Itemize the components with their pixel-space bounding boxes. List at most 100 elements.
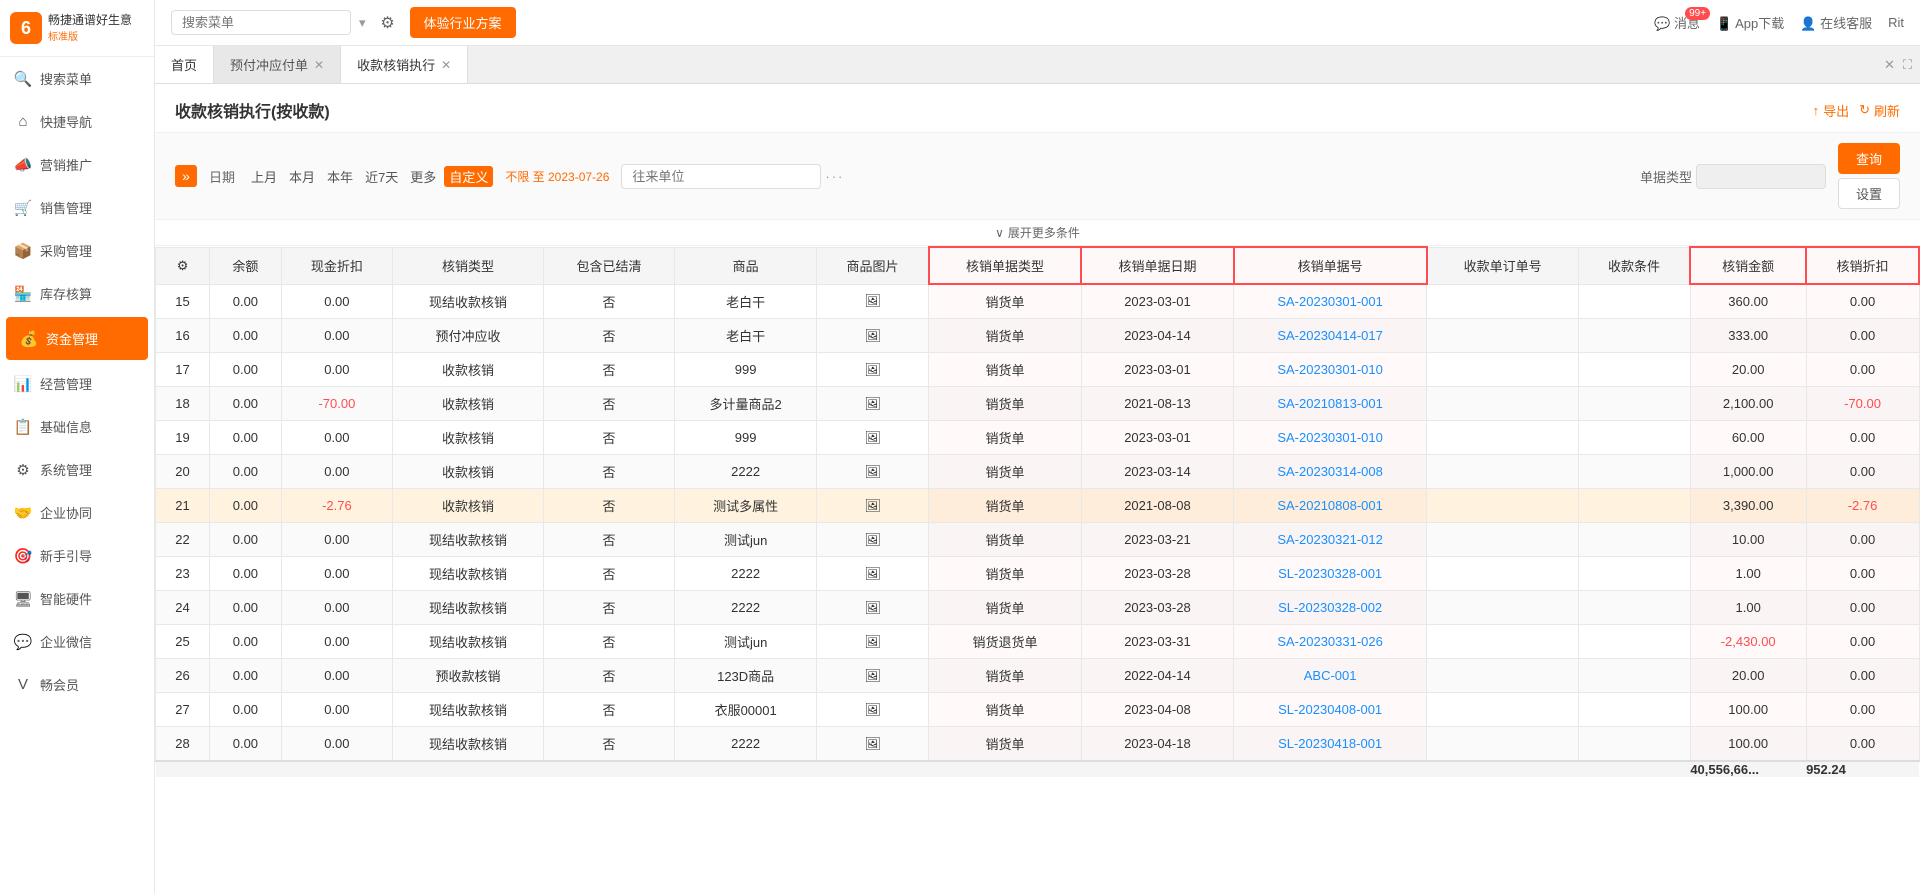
cell-0-3: 现结收款核销 bbox=[393, 284, 544, 319]
app-download-btn[interactable]: 📱 App下载 bbox=[1716, 13, 1784, 32]
cell-10-9[interactable]: SA-20230331-026 bbox=[1234, 625, 1427, 659]
query-button[interactable]: 查询 bbox=[1838, 143, 1900, 174]
sidebar-item-0[interactable]: 🔍搜索菜单 bbox=[0, 57, 154, 100]
set-button[interactable]: 设置 bbox=[1838, 178, 1900, 209]
cell-9-6: 🖼 bbox=[817, 591, 929, 625]
online-service-btn[interactable]: 👤 在线客服 bbox=[1800, 13, 1872, 32]
cell-3-3: 收款核销 bbox=[393, 387, 544, 421]
cell-13-7: 销货单 bbox=[929, 727, 1081, 762]
solution-button[interactable]: 体验行业方案 bbox=[410, 7, 516, 38]
sidebar-item-14[interactable]: V畅会员 bbox=[0, 663, 154, 706]
sidebar-item-6[interactable]: 💰资金管理 bbox=[6, 317, 148, 360]
cell-12-8: 2023-04-08 bbox=[1081, 693, 1233, 727]
table-row: 250.000.00现结收款核销否测试jun🖼销货退货单2023-03-31SA… bbox=[156, 625, 1920, 659]
cell-1-3: 预付冲应收 bbox=[393, 319, 544, 353]
cell-9-9[interactable]: SL-20230328-002 bbox=[1234, 591, 1427, 625]
cell-7-11 bbox=[1578, 523, 1690, 557]
partner-input[interactable] bbox=[621, 164, 821, 189]
export-button[interactable]: ↑ 导出 bbox=[1813, 101, 1850, 120]
cell-8-10 bbox=[1427, 557, 1579, 591]
cell-4-9[interactable]: SA-20230301-010 bbox=[1234, 421, 1427, 455]
date-this-year-btn[interactable]: 本年 bbox=[323, 165, 357, 188]
sidebar-icon-13: 💬 bbox=[14, 633, 32, 651]
cell-8-9[interactable]: SL-20230328-001 bbox=[1234, 557, 1427, 591]
sidebar-item-7[interactable]: 📊经营管理 bbox=[0, 362, 154, 405]
window-close-icon[interactable]: ✕ bbox=[1884, 57, 1895, 73]
cell-11-11 bbox=[1578, 659, 1690, 693]
cell-1-9[interactable]: SA-20230414-017 bbox=[1234, 319, 1427, 353]
tab-home[interactable]: 首页 bbox=[155, 46, 214, 83]
cell-1-0: 16 bbox=[156, 319, 210, 353]
cell-5-5: 2222 bbox=[675, 455, 817, 489]
tab-collection[interactable]: 收款核销执行 ✕ bbox=[341, 46, 468, 83]
table-row: 260.000.00预收款核销否123D商品🖼销货单2022-04-14ABC-… bbox=[156, 659, 1920, 693]
cell-7-9[interactable]: SA-20230321-012 bbox=[1234, 523, 1427, 557]
date-range-display: 不限 至 2023-07-26 bbox=[505, 168, 609, 185]
tab-close-prepay[interactable]: ✕ bbox=[314, 58, 324, 72]
date-this-month-btn[interactable]: 本月 bbox=[285, 165, 319, 188]
sidebar-item-11[interactable]: 🎯新手引导 bbox=[0, 534, 154, 577]
message-btn[interactable]: 💬 消息 99+ bbox=[1654, 13, 1700, 32]
cell-2-2: 0.00 bbox=[281, 353, 392, 387]
chevron-down-icon[interactable]: ▾ bbox=[359, 15, 366, 31]
col-header-1: 余额 bbox=[210, 247, 282, 284]
cell-2-1: 0.00 bbox=[210, 353, 282, 387]
sidebar-item-8[interactable]: 📋基础信息 bbox=[0, 405, 154, 448]
cell-13-11 bbox=[1578, 727, 1690, 762]
sidebar-item-9[interactable]: ⚙系统管理 bbox=[0, 448, 154, 491]
refresh-button[interactable]: ↻ 刷新 bbox=[1859, 101, 1900, 120]
date-more-btn[interactable]: 更多 bbox=[406, 165, 440, 188]
cell-11-9[interactable]: ABC-001 bbox=[1234, 659, 1427, 693]
cell-11-0: 26 bbox=[156, 659, 210, 693]
cell-8-3: 现结收款核销 bbox=[393, 557, 544, 591]
cell-3-6: 🖼 bbox=[817, 387, 929, 421]
gear-icon[interactable]: ⚙ bbox=[374, 9, 402, 37]
cell-6-9[interactable]: SA-20210808-001 bbox=[1234, 489, 1427, 523]
date-last-month-btn[interactable]: 上月 bbox=[247, 165, 281, 188]
tab-prepay[interactable]: 预付冲应付单 ✕ bbox=[214, 46, 341, 83]
date-last-7days-btn[interactable]: 近7天 bbox=[361, 165, 402, 188]
cell-7-8: 2023-03-21 bbox=[1081, 523, 1233, 557]
cell-7-7: 销货单 bbox=[929, 523, 1081, 557]
sidebar-icon-5: 🏪 bbox=[14, 285, 32, 303]
col-header-8: 核销单据日期 bbox=[1081, 247, 1233, 284]
cell-5-9[interactable]: SA-20230314-008 bbox=[1234, 455, 1427, 489]
cell-6-6: 🖼 bbox=[817, 489, 929, 523]
footer-cell-7 bbox=[929, 761, 1081, 777]
cell-10-1: 0.00 bbox=[210, 625, 282, 659]
cell-0-9[interactable]: SA-20230301-001 bbox=[1234, 284, 1427, 319]
data-table: ⚙余额现金折扣核销类型包含已结清商品商品图片核销单据类型核销单据日期核销单据号收… bbox=[155, 246, 1920, 777]
table-row: 230.000.00现结收款核销否2222🖼销货单2023-03-28SL-20… bbox=[156, 557, 1920, 591]
cell-11-7: 销货单 bbox=[929, 659, 1081, 693]
cell-5-11 bbox=[1578, 455, 1690, 489]
sidebar-item-12[interactable]: 🖥智能硬件 bbox=[0, 577, 154, 620]
sidebar-item-2[interactable]: 📣营销推广 bbox=[0, 143, 154, 186]
bill-type-select[interactable] bbox=[1696, 164, 1826, 189]
sidebar-item-13[interactable]: 💬企业微信 bbox=[0, 620, 154, 663]
cell-5-10 bbox=[1427, 455, 1579, 489]
cell-4-5: 999 bbox=[675, 421, 817, 455]
data-table-container[interactable]: ⚙余额现金折扣核销类型包含已结清商品商品图片核销单据类型核销单据日期核销单据号收… bbox=[155, 246, 1920, 893]
sidebar-item-5[interactable]: 🏪库存核算 bbox=[0, 272, 154, 315]
sidebar-item-1[interactable]: ⌂快捷导航 bbox=[0, 100, 154, 143]
sidebar-icon-9: ⚙ bbox=[14, 461, 32, 479]
cell-12-6: 🖼 bbox=[817, 693, 929, 727]
cell-3-12: 2,100.00 bbox=[1690, 387, 1806, 421]
window-expand-icon[interactable]: ⛶ bbox=[1903, 57, 1912, 73]
cell-2-9[interactable]: SA-20230301-010 bbox=[1234, 353, 1427, 387]
expand-more-btn[interactable]: ∨ 展开更多条件 bbox=[155, 220, 1920, 246]
cell-0-11 bbox=[1578, 284, 1690, 319]
search-input[interactable] bbox=[171, 10, 351, 35]
cell-3-9[interactable]: SA-20210813-001 bbox=[1234, 387, 1427, 421]
partner-more-icon[interactable]: ··· bbox=[825, 169, 844, 184]
tab-close-collection[interactable]: ✕ bbox=[441, 58, 451, 72]
sidebar-item-3[interactable]: 🛒销售管理 bbox=[0, 186, 154, 229]
cell-13-9[interactable]: SL-20230418-001 bbox=[1234, 727, 1427, 762]
cell-12-0: 27 bbox=[156, 693, 210, 727]
date-custom-btn[interactable]: 自定义 bbox=[444, 166, 493, 187]
cell-1-11 bbox=[1578, 319, 1690, 353]
sidebar-item-4[interactable]: 📦采购管理 bbox=[0, 229, 154, 272]
filter-expand-btn[interactable]: » bbox=[175, 165, 197, 187]
cell-12-9[interactable]: SL-20230408-001 bbox=[1234, 693, 1427, 727]
sidebar-item-10[interactable]: 🤝企业协同 bbox=[0, 491, 154, 534]
